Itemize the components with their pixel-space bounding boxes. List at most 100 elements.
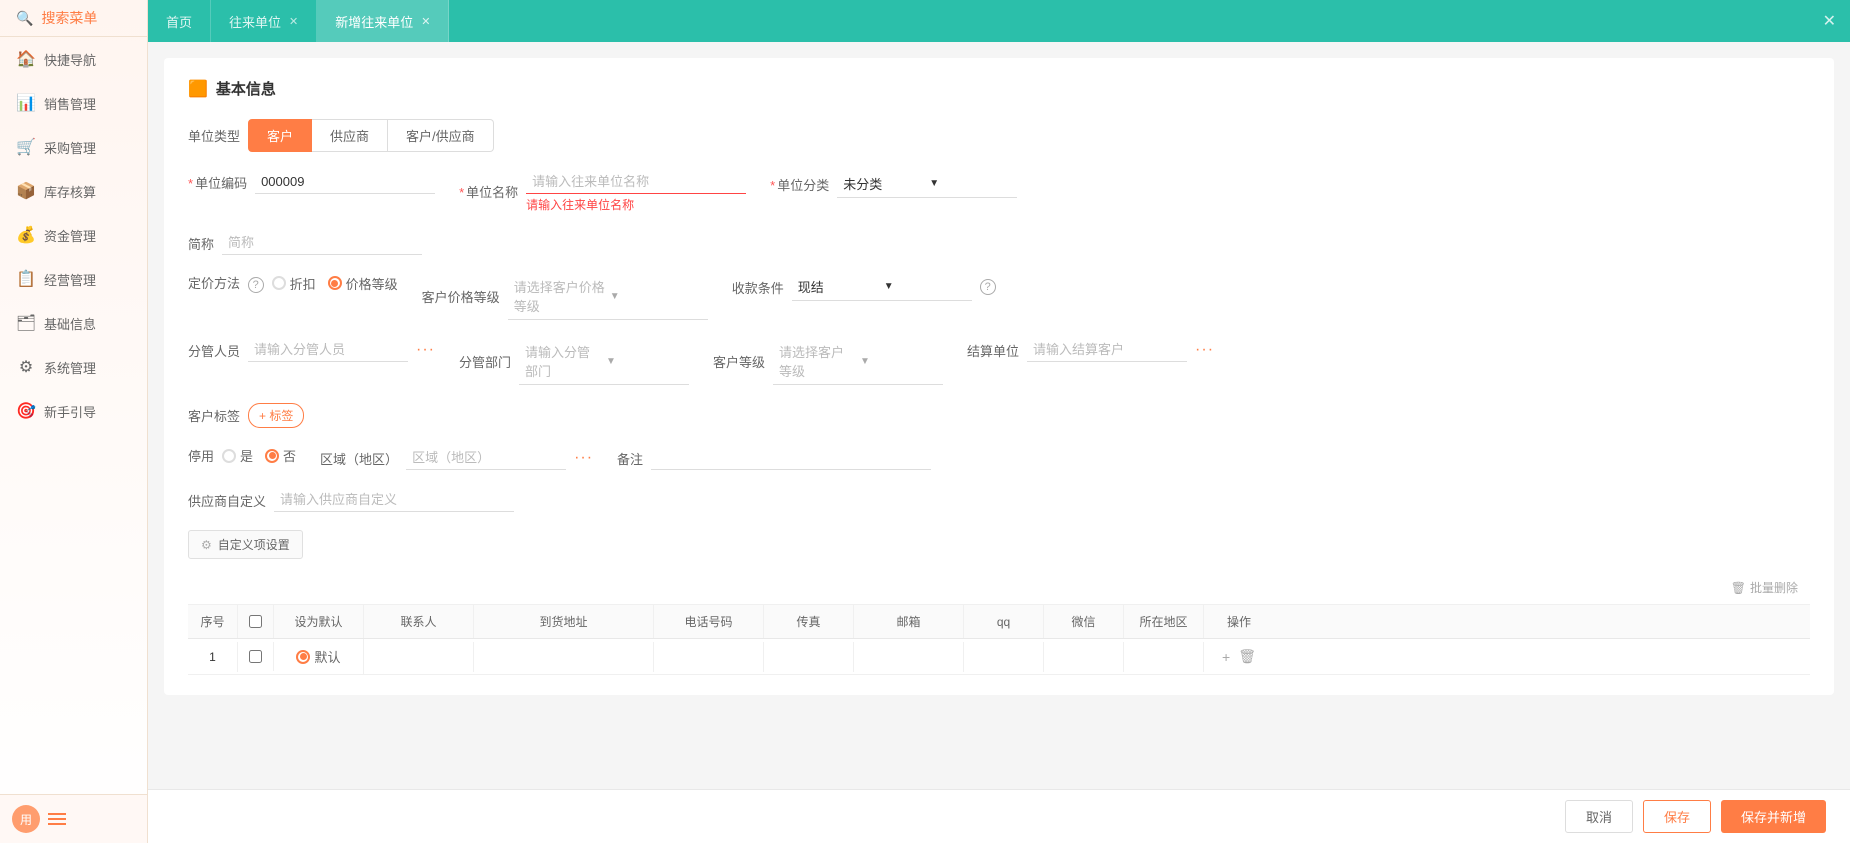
row-wechat[interactable] (1044, 642, 1124, 672)
manager-input[interactable] (248, 338, 408, 362)
tab-close-icon[interactable]: ✕ (421, 15, 430, 28)
sidebar-item-guide[interactable]: 🎯新手引导 (0, 389, 147, 433)
tab-new-contact[interactable]: 新增往来单位✕ (317, 0, 449, 42)
row-contact[interactable] (364, 642, 474, 672)
disabled-yes-radio[interactable]: 是 (222, 446, 253, 465)
search-menu[interactable]: 🔍 搜索菜单 (0, 0, 147, 37)
window-close-button[interactable]: ✕ (1809, 11, 1850, 31)
address-input[interactable] (480, 650, 647, 664)
payment-help-icon[interactable]: ? (980, 279, 996, 295)
unit-name-input[interactable] (526, 170, 746, 194)
chevron-down-icon: ▼ (929, 178, 1011, 189)
default-radio-circle (296, 650, 310, 664)
finance-icon: 💰 (16, 225, 36, 245)
sidebar-item-base-info[interactable]: 🗂基础信息 (0, 301, 147, 345)
sidebar-item-system[interactable]: ⚙系统管理 (0, 345, 147, 389)
settlement-input[interactable] (1027, 338, 1187, 362)
tab-label: 往来单位 (229, 12, 281, 31)
dept-select[interactable]: 请输入分管部门 ▼ (519, 338, 689, 385)
cancel-button[interactable]: 取消 (1565, 800, 1633, 833)
phone-input[interactable] (660, 650, 757, 664)
row-phone[interactable] (654, 642, 764, 672)
region-row-input[interactable] (1130, 650, 1197, 664)
settlement-label: 结算单位 (967, 341, 1019, 360)
default-radio[interactable]: 默认 (296, 647, 340, 666)
customer-price-select[interactable]: 请选择客户价格等级 ▼ (508, 273, 708, 320)
batch-delete-button[interactable]: 🗑 批量删除 (1731, 579, 1798, 596)
type-btn-both[interactable]: 客户/供应商 (388, 119, 494, 152)
select-all-checkbox[interactable] (249, 615, 262, 628)
unit-category-select[interactable]: 未分类 ▼ (837, 170, 1017, 198)
region-input[interactable] (406, 446, 566, 470)
add-tag-button[interactable]: + 标签 (248, 403, 304, 428)
type-btn-customer[interactable]: 客户 (248, 119, 312, 152)
no-radio-circle (265, 449, 279, 463)
sidebar-item-operations[interactable]: 📋经营管理 (0, 257, 147, 301)
unit-category-field: *单位分类 未分类 ▼ (770, 170, 1017, 198)
sidebar-toggle[interactable] (48, 813, 66, 825)
disabled-field: 停用 是 否 (188, 446, 296, 465)
manager-more-button[interactable]: ··· (416, 341, 435, 359)
sidebar-item-quick-nav[interactable]: 🏠快捷导航 (0, 37, 147, 81)
sidebar-item-finance[interactable]: 💰资金管理 (0, 213, 147, 257)
wechat-input[interactable] (1050, 650, 1117, 664)
sidebar-item-sales[interactable]: 📊销售管理 (0, 81, 147, 125)
pricing-level-radio[interactable]: 价格等级 (328, 274, 398, 293)
row-qq[interactable] (964, 642, 1044, 672)
discount-label: 折扣 (290, 274, 316, 293)
guide-icon: 🎯 (16, 401, 36, 421)
save-new-button[interactable]: 保存并新增 (1721, 800, 1826, 833)
col-header-contact: 联系人 (364, 605, 474, 638)
row-email[interactable] (854, 642, 964, 672)
abbr-label: 简称 (188, 234, 214, 253)
payment-label: 收款条件 (732, 278, 784, 297)
sidebar-item-inventory[interactable]: 📦库存核算 (0, 169, 147, 213)
contact-input[interactable] (370, 650, 467, 664)
disabled-no-radio[interactable]: 否 (265, 446, 296, 465)
customer-level-select[interactable]: 请选择客户等级 ▼ (773, 338, 943, 385)
sidebar-item-label: 库存核算 (44, 182, 96, 201)
form-card: 🟧 基本信息 单位类型 客户供应商客户/供应商 *单位编码 *单位名称 (164, 58, 1834, 695)
chevron-down-icon: ▼ (884, 281, 966, 292)
row-address[interactable] (474, 642, 654, 672)
row-fax[interactable] (764, 642, 854, 672)
add-row-button[interactable]: + (1222, 649, 1230, 665)
level-radio-circle (328, 276, 342, 290)
col-header-address: 到货地址 (474, 605, 654, 638)
settlement-more-button[interactable]: ··· (1195, 341, 1214, 359)
tab-home[interactable]: 首页 (148, 0, 211, 42)
unit-code-input[interactable] (255, 170, 435, 194)
delete-row-button[interactable]: 🗑 (1238, 648, 1256, 665)
disabled-label: 停用 (188, 446, 214, 465)
row-region[interactable] (1124, 642, 1204, 672)
col-header-phone: 电话号码 (654, 605, 764, 638)
section-title: 🟧 基本信息 (188, 78, 1810, 99)
save-button[interactable]: 保存 (1643, 800, 1711, 833)
sidebar-item-purchase[interactable]: 🛒采购管理 (0, 125, 147, 169)
main-content: 首页往来单位✕新增往来单位✕ ✕ 🟧 基本信息 单位类型 客户供应商客户/供应商… (148, 0, 1850, 843)
section-icon: 🟧 (188, 79, 208, 99)
tab-contacts[interactable]: 往来单位 ✕ (211, 0, 317, 42)
qq-input[interactable] (970, 650, 1037, 664)
tab-close-icon[interactable]: ✕ (289, 15, 298, 28)
custom-settings-button[interactable]: ⚙ 自定义项设置 (188, 530, 303, 559)
abbr-input[interactable] (222, 231, 422, 255)
fax-input[interactable] (770, 650, 847, 664)
note-input[interactable] (651, 446, 931, 470)
pricing-discount-radio[interactable]: 折扣 (272, 274, 316, 293)
tab-label: 首页 (166, 12, 192, 31)
region-more-button[interactable]: ··· (574, 449, 593, 467)
manager-field: 分管人员 ··· (188, 338, 435, 362)
supplier-custom-input[interactable] (274, 488, 514, 512)
email-input[interactable] (860, 650, 957, 664)
pricing-help-icon[interactable]: ? (248, 277, 264, 293)
payment-select[interactable]: 现结 ▼ (792, 273, 972, 301)
unit-code-label: *单位编码 (188, 173, 247, 192)
row-check[interactable] (238, 642, 274, 671)
col-header-ops: 操作 (1204, 605, 1274, 638)
type-btn-supplier[interactable]: 供应商 (312, 119, 388, 152)
default-label: 默认 (314, 647, 340, 666)
gear-icon: ⚙ (201, 538, 212, 552)
row-checkbox[interactable] (249, 650, 262, 663)
contacts-table: 🗑 批量删除 序号 设为默认 联系人 到货地址 电话号码 传真 邮箱 qq 微信… (188, 571, 1810, 675)
